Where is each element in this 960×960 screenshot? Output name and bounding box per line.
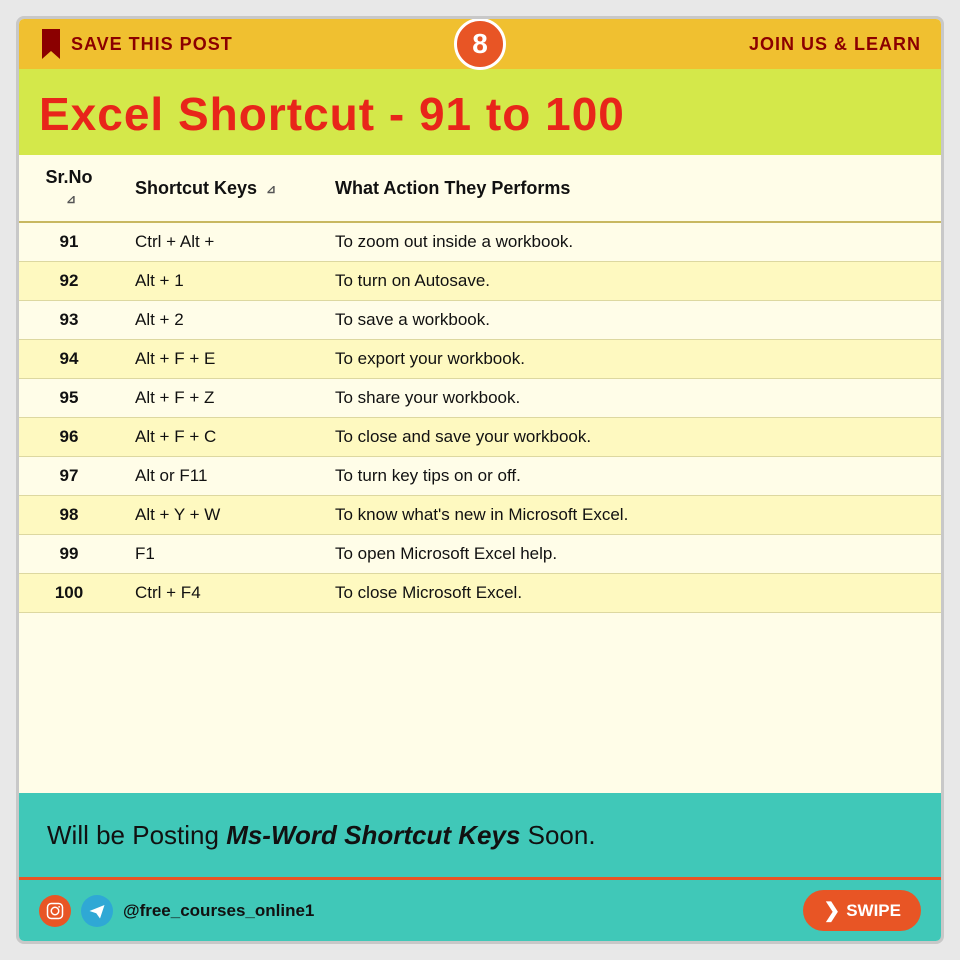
shortcuts-table: Sr.No ⊿ Shortcut Keys ⊿ What Action They… (19, 155, 941, 613)
page-title: Excel Shortcut - 91 to 100 (39, 87, 921, 141)
bookmark-icon (39, 29, 63, 59)
cell-action: To know what's new in Microsoft Excel. (319, 496, 941, 535)
cell-keys: Ctrl + Alt + (119, 222, 319, 262)
cell-srno: 92 (19, 262, 119, 301)
table-section: Sr.No ⊿ Shortcut Keys ⊿ What Action They… (19, 155, 941, 793)
table-row: 96Alt + F + CTo close and save your work… (19, 418, 941, 457)
cell-keys: Alt + F + Z (119, 379, 319, 418)
table-row: 97Alt or F11To turn key tips on or off. (19, 457, 941, 496)
cell-keys: Alt + Y + W (119, 496, 319, 535)
table-row: 91Ctrl + Alt +To zoom out inside a workb… (19, 222, 941, 262)
filter-icon-keys: ⊿ (266, 182, 280, 196)
social-handle: @free_courses_online1 (123, 901, 314, 921)
cell-action: To close and save your workbook. (319, 418, 941, 457)
filter-icon-srno: ⊿ (64, 192, 78, 206)
cell-srno: 97 (19, 457, 119, 496)
cell-action: To export your workbook. (319, 340, 941, 379)
telegram-icon (81, 895, 113, 927)
col-srno: Sr.No ⊿ (19, 155, 119, 222)
join-us-label: JOIN US & LEARN (749, 34, 921, 55)
swipe-label: SWIPE (846, 901, 901, 921)
table-row: 100Ctrl + F4To close Microsoft Excel. (19, 574, 941, 613)
cell-srno: 100 (19, 574, 119, 613)
table-header: Sr.No ⊿ Shortcut Keys ⊿ What Action They… (19, 155, 941, 222)
cell-action: To zoom out inside a workbook. (319, 222, 941, 262)
cell-action: To turn on Autosave. (319, 262, 941, 301)
instagram-icon (39, 895, 71, 927)
cell-srno: 99 (19, 535, 119, 574)
social-icons: @free_courses_online1 (39, 895, 314, 927)
swipe-arrow-icon: ❯ (823, 898, 840, 923)
save-this-post-label: SAVE THIS POST (71, 34, 233, 55)
table-row: 94Alt + F + ETo export your workbook. (19, 340, 941, 379)
table-row: 92Alt + 1To turn on Autosave. (19, 262, 941, 301)
cell-action: To open Microsoft Excel help. (319, 535, 941, 574)
cell-keys: Alt + 2 (119, 301, 319, 340)
bottom-bar: @free_courses_online1 ❯ SWIPE (19, 877, 941, 941)
cell-srno: 91 (19, 222, 119, 262)
cell-srno: 96 (19, 418, 119, 457)
footer-teaser: Will be Posting Ms-Word Shortcut Keys So… (19, 793, 941, 877)
cell-keys: Alt + F + E (119, 340, 319, 379)
cell-srno: 93 (19, 301, 119, 340)
cell-keys: F1 (119, 535, 319, 574)
badge-number: 8 (454, 18, 506, 70)
cell-keys: Ctrl + F4 (119, 574, 319, 613)
cell-keys: Alt or F11 (119, 457, 319, 496)
cell-srno: 95 (19, 379, 119, 418)
cell-keys: Alt + 1 (119, 262, 319, 301)
table-row: 98Alt + Y + WTo know what's new in Micro… (19, 496, 941, 535)
table-row: 99F1To open Microsoft Excel help. (19, 535, 941, 574)
cell-action: To turn key tips on or off. (319, 457, 941, 496)
swipe-button[interactable]: ❯ SWIPE (803, 890, 921, 931)
title-section: Excel Shortcut - 91 to 100 (19, 69, 941, 155)
outer-wrapper: SAVE THIS POST 8 JOIN US & LEARN Excel S… (0, 0, 960, 960)
top-bar-left: SAVE THIS POST (39, 29, 233, 59)
cell-action: To save a workbook. (319, 301, 941, 340)
cell-srno: 94 (19, 340, 119, 379)
footer-teaser-text: Will be Posting Ms-Word Shortcut Keys So… (47, 817, 913, 853)
col-keys: Shortcut Keys ⊿ (119, 155, 319, 222)
cell-action: To share your workbook. (319, 379, 941, 418)
table-body: 91Ctrl + Alt +To zoom out inside a workb… (19, 222, 941, 613)
top-bar: SAVE THIS POST 8 JOIN US & LEARN (19, 19, 941, 69)
col-action: What Action They Performs (319, 155, 941, 222)
table-row: 95Alt + F + ZTo share your workbook. (19, 379, 941, 418)
cell-action: To close Microsoft Excel. (319, 574, 941, 613)
cell-srno: 98 (19, 496, 119, 535)
table-row: 93Alt + 2To save a workbook. (19, 301, 941, 340)
card: SAVE THIS POST 8 JOIN US & LEARN Excel S… (16, 16, 944, 944)
cell-keys: Alt + F + C (119, 418, 319, 457)
